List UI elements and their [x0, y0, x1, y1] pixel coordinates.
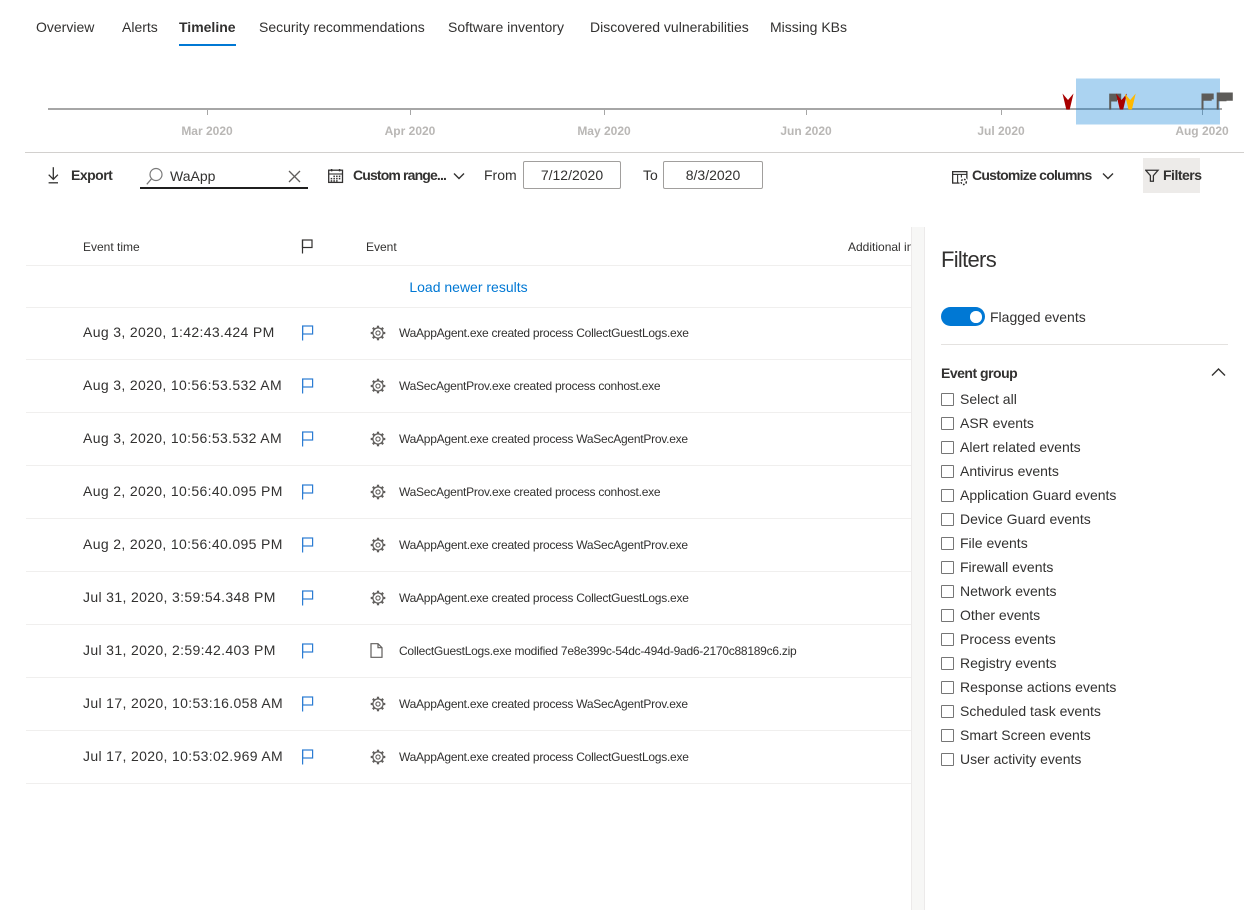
svg-text:May 2020: May 2020	[577, 124, 631, 138]
svg-text:Jul 2020: Jul 2020	[977, 124, 1025, 138]
svg-text:Apr 2020: Apr 2020	[385, 124, 436, 138]
svg-text:Aug 2020: Aug 2020	[1175, 124, 1229, 138]
svg-text:Mar 2020: Mar 2020	[181, 124, 233, 138]
svg-text:Jun 2020: Jun 2020	[780, 124, 832, 138]
